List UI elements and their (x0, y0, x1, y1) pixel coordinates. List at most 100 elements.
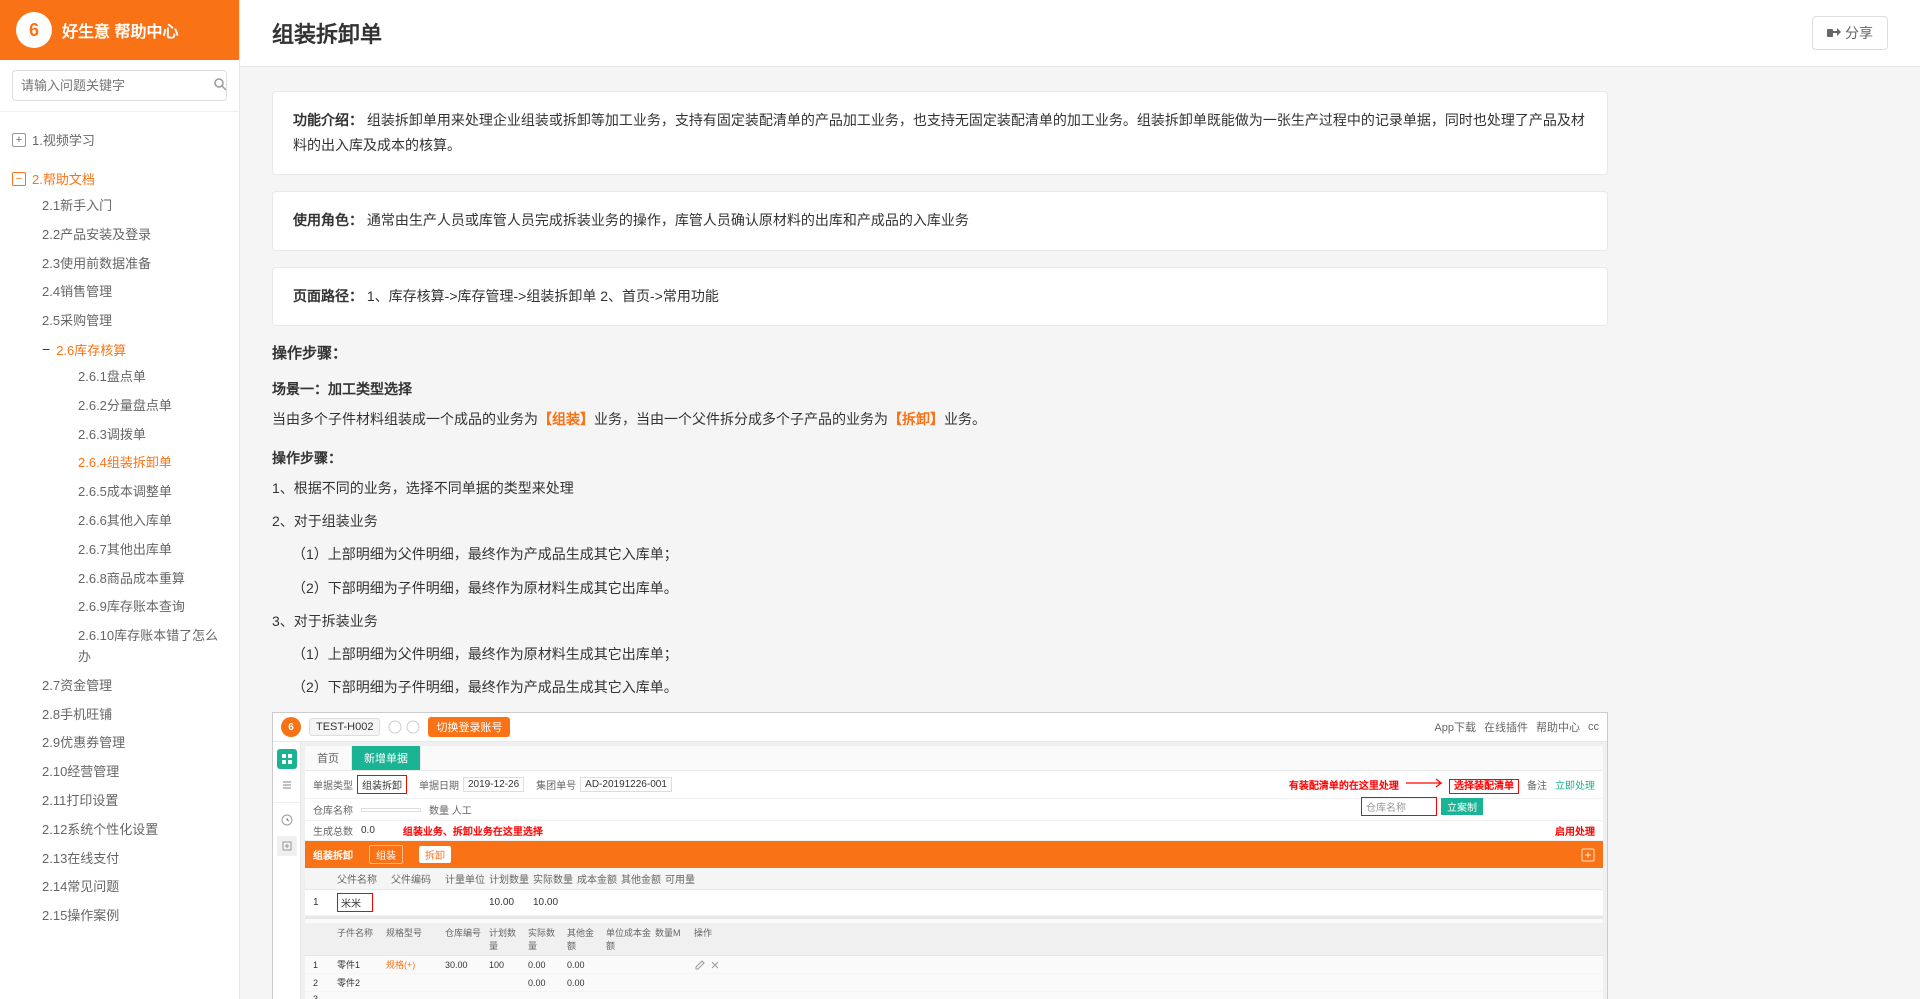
delete-icon (709, 959, 721, 971)
role-block: 使用角色： 通常由生产人员或库管人员完成拆装业务的操作，库管人员确认原材料的出库… (272, 191, 1608, 250)
sidebar-icon-4 (277, 836, 297, 856)
sidebar-item-2-6-5[interactable]: 2.6.5成本调整单 (70, 478, 227, 507)
sidebar-item-docs[interactable]: − 2.帮助文档 (12, 165, 227, 192)
sidebar-item-2-10[interactable]: 2.10经营管理 (34, 758, 227, 787)
search-button[interactable] (205, 71, 227, 100)
sidebar-item-2-5[interactable]: 2.5采购管理 (34, 307, 227, 336)
collapse-icon: − (12, 172, 26, 186)
upper-table-row-1: 1 米米 10.00 10.00 (305, 890, 1603, 916)
app-content-area: 首页 新增单据 单据类型 组装拆卸 单据日期 (301, 742, 1607, 999)
content-body: 功能介绍： 组装拆卸单用来处理企业组装或拆卸等加工业务，支持有固定装配清单的产品… (240, 67, 1640, 999)
expand-icon: + (12, 133, 26, 147)
nav-section-video: + 1.视频学习 (0, 120, 239, 159)
sidebar-icon-1 (277, 749, 297, 769)
sidebar-item-2-6-9[interactable]: 2.6.9库存账本查询 (70, 593, 227, 622)
steps-section: 操作步骤： 场景一：加工类型选择 当由多个子件材料组装成一个成品的业务为【组装】… (272, 342, 1608, 701)
lower-table-row-2: 2 零件2 0.00 0.00 (305, 974, 1603, 992)
function-intro-block: 功能介绍： 组装拆卸单用来处理企业组装或拆卸等加工业务，支持有固定装配清单的产品… (272, 91, 1608, 175)
lower-table-row-1: 1 零件1 规格(+) 30.00 100 0.00 0.00 (305, 956, 1603, 974)
sidebar-item-2-6-2[interactable]: 2.6.2分量盘点单 (70, 392, 227, 421)
form-row-1: 单据类型 组装拆卸 单据日期 2019-12-26 集团单号 AD-201912… (305, 771, 1603, 799)
app-content-inner: 首页 新增单据 单据类型 组装拆卸 单据日期 (305, 746, 1603, 999)
path-label: 页面路径： (293, 288, 363, 304)
step1: 1、根据不同的业务，选择不同单据的类型来处理 (272, 476, 1608, 501)
warehouse-row: 仓库名称 数量 人工 仓库名称 立案制 (305, 799, 1603, 821)
sidebar-item-2-6-8[interactable]: 2.6.8商品成本重算 (70, 565, 227, 594)
page-title: 组装拆卸单 (272, 17, 382, 49)
edit-icon (694, 959, 706, 971)
function-intro-label: 功能介绍： (293, 112, 363, 128)
step3b: （2）下部明细为子件明细，最终作为产成品生成其它入库单。 (292, 675, 1608, 700)
annotation-1: 有装配清单的在这里处理 选择装配清单 (1289, 777, 1519, 792)
steps-heading: 操作步骤： (272, 342, 1608, 363)
sidebar-item-2-6-10[interactable]: 2.6.10库存账本错了怎么办 (70, 622, 227, 672)
sidebar-item-2-6[interactable]: − 2.6库存核算 (34, 336, 227, 363)
upper-table-header: 父件名称 父件编码 计量单位 计划数量 实际数量 成本金额 其他金额 可用量 (305, 868, 1603, 890)
scene1-heading: 场景一：加工类型选择 (272, 379, 1608, 399)
sidebar-item-2-6-4[interactable]: 2.6.4组装拆卸单 (70, 449, 227, 478)
sidebar-item-2-12[interactable]: 2.12系统个性化设置 (34, 816, 227, 845)
docs-sub-items: 2.1新手入门 2.2产品安装及登录 2.3使用前数据准备 2.4销售管理 2.… (12, 192, 227, 931)
sidebar-item-2-1[interactable]: 2.1新手入门 (34, 192, 227, 221)
annotation-3-area: 组装业务、拆卸业务在这里选择 (403, 823, 543, 838)
sidebar-item-2-6-1[interactable]: 2.6.1盘点单 (70, 363, 227, 392)
step3: 3、对于拆装业务 (272, 609, 1608, 634)
expand-icon-btn (1581, 848, 1595, 862)
sidebar-item-2-6-3[interactable]: 2.6.3调拨单 (70, 421, 227, 450)
screenshot-container: 6 TEST-H002 切换登录账号 App下载 在线插件 帮助中心 cc (272, 712, 1608, 999)
sidebar-item-2-7[interactable]: 2.7资金管理 (34, 672, 227, 701)
type-field: 单据类型 组装拆卸 单据日期 2019-12-26 集团单号 AD-201912… (313, 775, 672, 794)
app-topbar: 6 TEST-H002 切换登录账号 App下载 在线插件 帮助中心 cc (273, 713, 1607, 742)
sidebar-item-2-13[interactable]: 2.13在线支付 (34, 845, 227, 874)
sidebar-item-video[interactable]: + 1.视频学习 (12, 126, 227, 153)
collapse-2-6-icon: − (42, 341, 50, 357)
content-header: 组装拆卸单 分享 (240, 0, 1920, 67)
sidebar-item-2-8[interactable]: 2.8手机旺铺 (34, 701, 227, 730)
form-area: 单据类型 组装拆卸 单据日期 2019-12-26 集团单号 AD-201912… (305, 771, 1603, 868)
app-left-sidebar (273, 742, 301, 999)
sidebar-item-2-9[interactable]: 2.9优惠券管理 (34, 729, 227, 758)
sidebar-item-2-2[interactable]: 2.2产品安装及登录 (34, 221, 227, 250)
app-tabs: 首页 新增单据 (305, 746, 1603, 771)
nav-section-docs: − 2.帮助文档 2.1新手入门 2.2产品安装及登录 2.3使用前数据准备 2… (0, 159, 239, 937)
sidebar-icon-2 (277, 775, 297, 795)
scene1-steps-sub-heading: 操作步骤： (272, 448, 1608, 468)
function-intro-text: 组装拆卸单用来处理企业组装或拆卸等加工业务，支持有固定装配清单的产品加工业务，也… (293, 112, 1585, 153)
sidebar-item-2-14[interactable]: 2.14常见问题 (34, 873, 227, 902)
type-assemble: 组装 (369, 845, 403, 864)
app-title: 好生意 帮助中心 (62, 18, 178, 42)
switch-account-btn: 切换登录账号 (428, 717, 510, 737)
path-block: 页面路径： 1、库存核算->库存管理->组装拆卸单 2、首页->常用功能 (272, 267, 1608, 326)
tab-home: 首页 (305, 746, 352, 770)
2-6-sub-items: 2.6.1盘点单 2.6.2分量盘点单 2.6.3调拨单 2.6.4组装拆卸单 … (34, 363, 227, 672)
sidebar-header: 6 好生意 帮助中心 (0, 0, 239, 60)
step2: 2、对于组装业务 (272, 509, 1608, 534)
sidebar-item-2-11[interactable]: 2.11打印设置 (34, 787, 227, 816)
arrow-icon-1 (1406, 777, 1446, 789)
sidebar-item-2-6-7[interactable]: 2.6.7其他出库单 (70, 536, 227, 565)
topbar-icons (388, 720, 420, 734)
sidebar-icon-3 (277, 810, 297, 830)
sidebar-item-2-4[interactable]: 2.4销售管理 (34, 278, 227, 307)
warehouse-search-box: 仓库名称 立案制 (1361, 797, 1483, 816)
sidebar-item-2-3[interactable]: 2.3使用前数据准备 (34, 250, 227, 279)
tab-new-doc: 新增单据 (352, 746, 421, 770)
sidebar-nav: + 1.视频学习 − 2.帮助文档 2.1新手入门 2.2产品安装及登录 2.3… (0, 112, 239, 999)
topbar-right: App下载 在线插件 帮助中心 cc (1434, 719, 1599, 735)
search-input[interactable] (13, 72, 205, 99)
sidebar-item-2-6-6[interactable]: 2.6.6其他入库单 (70, 507, 227, 536)
lower-table-header: 子件名称 规格型号 仓库编号 计划数量 实际数量 其他金额 单位成本金额 数量M… (305, 923, 1603, 956)
role-text: 通常由生产人员或库管人员完成拆装业务的操作，库管人员确认原材料的出库和产成品的入… (367, 212, 969, 228)
search-area (0, 60, 239, 112)
annotation-area-1: 有装配清单的在这里处理 选择装配清单 备注 立即处理 (1289, 777, 1595, 792)
step2b: （2）下部明细为子件明细，最终作为原材料生成其它出库单。 (292, 576, 1608, 601)
step2a: （1）上部明细为父件明细，最终作为产成品生成其它入库单； (292, 542, 1608, 567)
count-row: 生成总数 0.0 组装业务、拆卸业务在这里选择 启用处理 (305, 821, 1603, 841)
role-label: 使用角色： (293, 212, 363, 228)
sidebar-item-2-15[interactable]: 2.15操作案例 (34, 902, 227, 931)
icon-buttons (1581, 848, 1595, 862)
upper-table: 父件名称 父件编码 计量单位 计划数量 实际数量 成本金额 其他金额 可用量 (305, 868, 1603, 918)
lower-table-row-3: 3 (305, 992, 1603, 999)
app-logo: 6 (16, 12, 52, 48)
share-button[interactable]: 分享 (1812, 16, 1888, 50)
